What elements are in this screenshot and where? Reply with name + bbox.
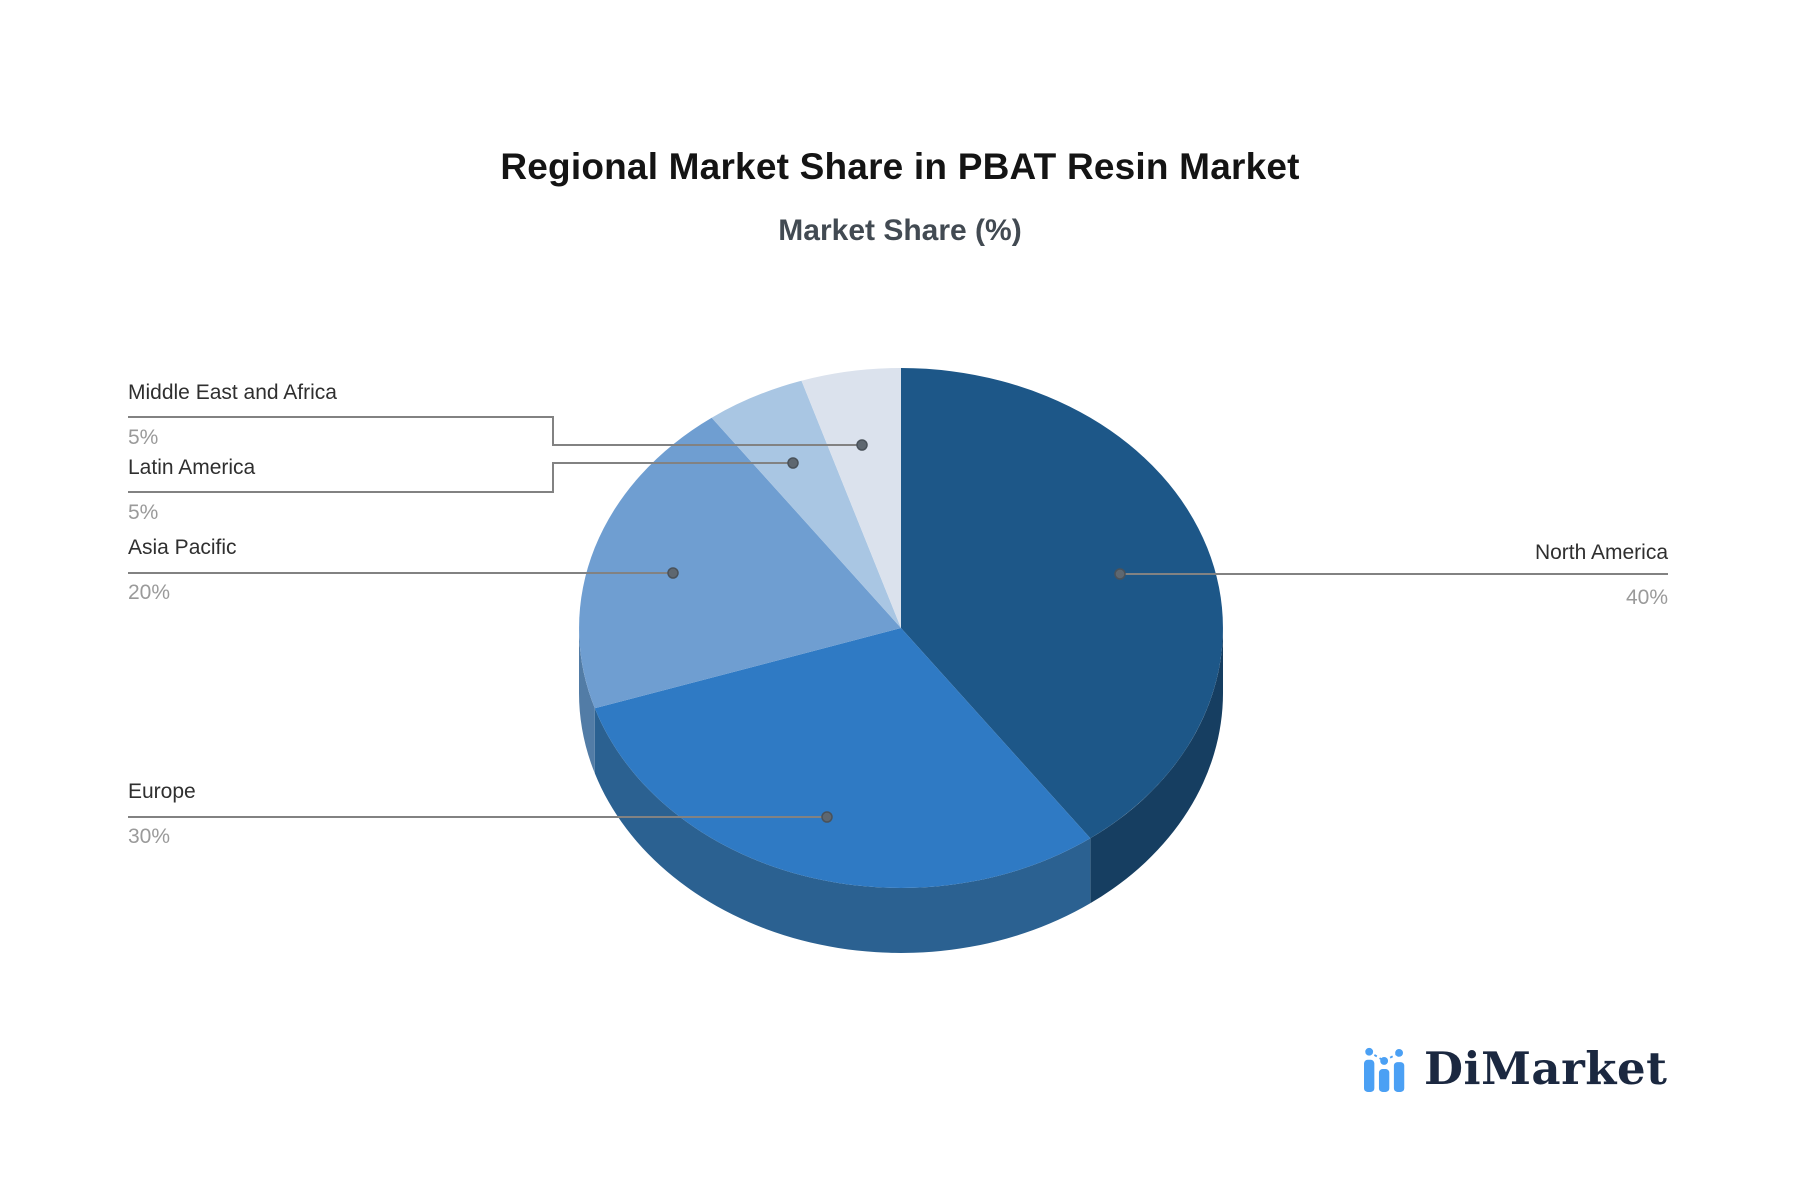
slice-label-latin-america: Latin America <box>128 456 256 479</box>
callout-dot-latin-america <box>787 457 799 469</box>
slice-percent-latin-america: 5% <box>128 501 159 524</box>
slice-percent-middle-east-and-africa: 5% <box>128 426 159 449</box>
callout-dot-north-america <box>1114 568 1126 580</box>
callout-dot-asia-pacific <box>667 567 679 579</box>
callout-dot-middle-east-and-africa <box>856 439 868 451</box>
callout-dot-europe <box>821 811 833 823</box>
slice-percent-north-america: 40% <box>1625 586 1668 609</box>
chart-canvas: Regional Market Share in PBAT Resin Mark… <box>0 0 1800 1196</box>
slice-label-north-america: North America <box>1534 541 1668 564</box>
dimarket-logo-icon <box>1364 1047 1405 1092</box>
dimarket-logo-text: DiMarket <box>1424 1042 1668 1095</box>
pie-chart <box>128 368 1668 953</box>
pie-3d-slices <box>579 368 1223 953</box>
slice-label-middle-east-and-africa: Middle East and Africa <box>128 381 337 404</box>
dimarket-logo: DiMarket <box>1364 1042 1667 1095</box>
slice-percent-europe: 30% <box>128 825 171 848</box>
slice-percent-asia-pacific: 20% <box>128 581 171 604</box>
slice-label-europe: Europe <box>128 780 196 803</box>
slice-label-asia-pacific: Asia Pacific <box>128 536 237 559</box>
